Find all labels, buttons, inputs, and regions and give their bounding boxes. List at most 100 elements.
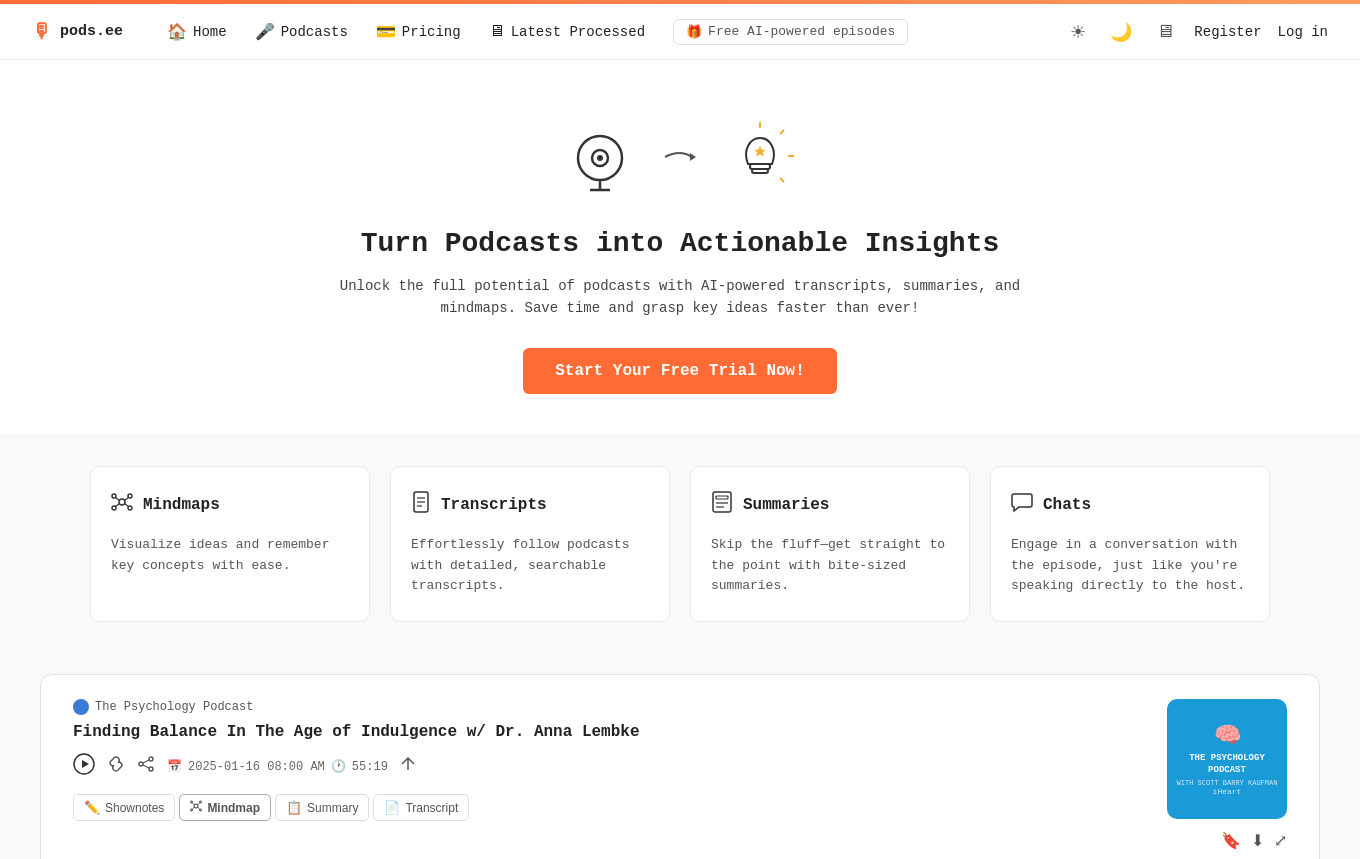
- hero-section: Turn Podcasts into Actionable Insights U…: [0, 60, 1360, 434]
- summary-tab-icon: 📋: [286, 800, 302, 815]
- episode-date: 2025-01-16 08:00 AM: [188, 760, 325, 774]
- tab-mindmap[interactable]: Mindmap: [179, 794, 271, 821]
- svg-point-38: [191, 801, 193, 803]
- svg-rect-11: [752, 169, 768, 173]
- episode-header: The Psychology Podcast Finding Balance I…: [73, 699, 1287, 850]
- nav-home[interactable]: 🏠 Home: [167, 22, 227, 42]
- thumb-content: 🧠 THE PSYCHOLOGY PODCAST WITH SCOTT BARR…: [1167, 714, 1287, 803]
- svg-line-43: [198, 803, 200, 805]
- feature-mindmaps-desc: Visualize ideas and remember key concept…: [111, 535, 349, 577]
- podcast-name: The Psychology Podcast: [95, 700, 253, 714]
- nav-auth: Register Log in: [1194, 24, 1328, 40]
- nav-links: 🏠 Home 🎤 Podcasts 💳 Pricing 🖥 Latest Pro…: [167, 19, 1034, 45]
- svg-point-2: [597, 155, 603, 161]
- svg-line-36: [143, 765, 149, 768]
- svg-line-44: [193, 807, 195, 809]
- mindmap-tab-label: Mindmap: [207, 801, 260, 815]
- shownotes-tab-icon: ✏️: [84, 800, 100, 815]
- calendar-icon: 📅: [167, 759, 182, 774]
- nav-podcasts[interactable]: 🎤 Podcasts: [255, 22, 348, 42]
- episode-thumbnail: 🧠 THE PSYCHOLOGY PODCAST WITH SCOTT BARR…: [1167, 699, 1287, 819]
- sun-icon-button[interactable]: ☀: [1066, 17, 1090, 47]
- summary-tab-label: Summary: [307, 801, 358, 815]
- chats-icon: [1011, 491, 1033, 519]
- svg-point-41: [200, 809, 202, 811]
- feature-card-summaries: Summaries Skip the fluff—get straight to…: [690, 466, 970, 622]
- link-button[interactable]: [107, 755, 125, 778]
- navbar: 🎙 pods.ee 🏠 Home 🎤 Podcasts 💳 Pricing 🖥 …: [0, 4, 1360, 60]
- svg-marker-5: [690, 153, 696, 161]
- feature-chats-header: Chats: [1011, 491, 1249, 519]
- feature-transcripts-title: Transcripts: [441, 496, 547, 514]
- svg-line-20: [116, 503, 120, 506]
- episode-controls: 📅 2025-01-16 08:00 AM 🕐 55:19: [73, 753, 1143, 780]
- share-button[interactable]: [137, 755, 155, 778]
- microphone-icon: 🎤: [255, 22, 275, 42]
- svg-line-45: [198, 807, 200, 809]
- episode-share-icon-button[interactable]: [400, 756, 416, 777]
- nav-podcasts-label: Podcasts: [281, 24, 348, 40]
- feature-mindmaps-header: Mindmaps: [111, 491, 349, 519]
- moon-icon-button[interactable]: 🌙: [1106, 17, 1136, 47]
- nav-latest[interactable]: 🖥 Latest Processed: [489, 22, 645, 41]
- download-button[interactable]: ⬇: [1251, 831, 1264, 850]
- episode-podcast-label: The Psychology Podcast: [73, 699, 1143, 715]
- svg-point-33: [149, 757, 153, 761]
- svg-line-35: [143, 760, 149, 763]
- feature-card-mindmaps: Mindmaps Visualize ideas and remember ke…: [90, 466, 370, 622]
- monitor-icon-button[interactable]: 🖥: [1152, 17, 1178, 46]
- feature-summaries-header: Summaries: [711, 491, 949, 519]
- svg-line-7: [780, 130, 784, 134]
- thumb-subtitle: WITH SCOTT BARRY KAUFMAN: [1175, 779, 1279, 787]
- episode-meta: 📅 2025-01-16 08:00 AM 🕐 55:19: [167, 759, 388, 774]
- gift-icon: 🎁: [686, 24, 702, 40]
- monitor-icon: 🖥: [489, 22, 505, 41]
- tab-shownotes[interactable]: ✏️ Shownotes: [73, 794, 175, 821]
- svg-point-39: [200, 801, 202, 803]
- podcast-dot-icon: [73, 699, 89, 715]
- tab-summary[interactable]: 📋 Summary: [275, 794, 369, 821]
- svg-line-9: [780, 178, 784, 182]
- podcast-hero-icon: [560, 120, 640, 200]
- logo-link[interactable]: 🎙 pods.ee: [32, 20, 123, 44]
- nav-cta-button[interactable]: 🎁 Free AI-powered episodes: [673, 19, 908, 45]
- svg-point-34: [149, 767, 153, 771]
- svg-rect-27: [716, 496, 728, 499]
- svg-marker-12: [755, 146, 765, 156]
- nav-pricing[interactable]: 💳 Pricing: [376, 22, 461, 42]
- nav-right: ☀ 🌙 🖥 Register Log in: [1066, 17, 1328, 47]
- nav-cta-label: Free AI-powered episodes: [708, 24, 895, 39]
- hero-cta-button[interactable]: Start Your Free Trial Now!: [523, 348, 837, 394]
- svg-line-18: [116, 497, 120, 500]
- svg-point-16: [112, 506, 116, 510]
- episode-tabs: ✏️ Shownotes Mindmap 📋 Summary �: [73, 794, 1143, 821]
- thumb-logo: 🧠: [1175, 722, 1279, 749]
- hero-heading: Turn Podcasts into Actionable Insights: [32, 228, 1328, 259]
- iheartradio-label: iHeart: [1175, 787, 1279, 796]
- mindmaps-icon: [111, 491, 133, 519]
- tab-transcript[interactable]: 📄 Transcript: [373, 794, 469, 821]
- transcript-tab-label: Transcript: [405, 801, 458, 815]
- episode-side-controls: 🔖 ⬇ ⤢: [1221, 831, 1287, 850]
- nav-home-label: Home: [193, 24, 227, 40]
- feature-card-chats: Chats Engage in a conversation with the …: [990, 466, 1270, 622]
- svg-point-14: [112, 494, 116, 498]
- svg-point-32: [139, 762, 143, 766]
- nav-latest-label: Latest Processed: [511, 24, 645, 40]
- svg-point-15: [128, 494, 132, 498]
- login-link[interactable]: Log in: [1278, 24, 1328, 40]
- expand-button[interactable]: ⤢: [1274, 831, 1287, 850]
- home-icon: 🏠: [167, 22, 187, 42]
- thumb-title: THE PSYCHOLOGY PODCAST: [1175, 753, 1279, 776]
- feature-transcripts-desc: Effortlessly follow podcasts with detail…: [411, 535, 649, 597]
- features-section: Mindmaps Visualize ideas and remember ke…: [0, 434, 1360, 654]
- svg-marker-31: [82, 760, 89, 768]
- svg-line-42: [193, 803, 195, 805]
- feature-transcripts-header: Transcripts: [411, 491, 649, 519]
- logo-text: pods.ee: [60, 23, 123, 40]
- nav-pricing-label: Pricing: [402, 24, 461, 40]
- play-button[interactable]: [73, 753, 95, 780]
- bookmark-button[interactable]: 🔖: [1221, 831, 1241, 850]
- feature-chats-desc: Engage in a conversation with the episod…: [1011, 535, 1249, 597]
- register-link[interactable]: Register: [1194, 24, 1261, 40]
